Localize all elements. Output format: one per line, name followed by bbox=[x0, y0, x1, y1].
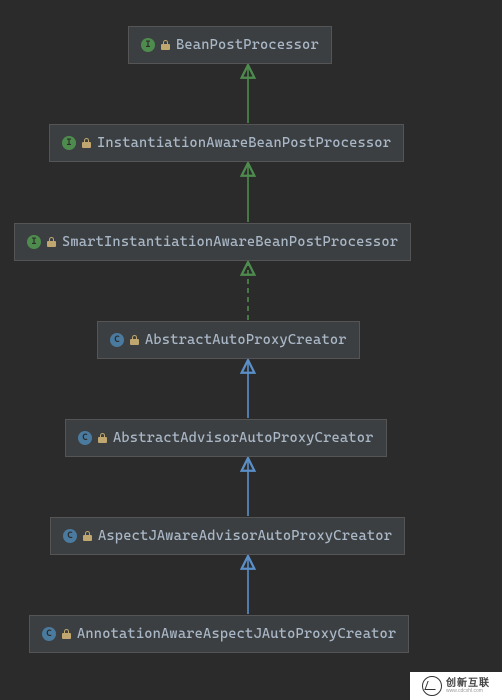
lock-icon bbox=[83, 531, 92, 541]
lock-icon bbox=[47, 237, 56, 247]
node-aspectj-aware-advisor-auto-proxy-creator[interactable]: C AspectJAwareAdvisorAutoProxyCreator bbox=[50, 517, 405, 555]
node-label: AspectJAwareAdvisorAutoProxyCreator bbox=[98, 528, 392, 544]
node-label: BeanPostProcessor bbox=[176, 37, 319, 53]
watermark-text-zh: 创新互联 bbox=[446, 679, 490, 689]
node-label: AnnotationAwareAspectJAutoProxyCreator bbox=[77, 626, 396, 642]
class-hierarchy-diagram: I BeanPostProcessor I InstantiationAware… bbox=[0, 0, 502, 700]
watermark-text-en: www.cdcxhl.com bbox=[446, 689, 490, 694]
node-annotation-aware-aspectj-auto-proxy-creator[interactable]: C AnnotationAwareAspectJAutoProxyCreator bbox=[29, 615, 409, 653]
watermark: 创新互联 www.cdcxhl.com bbox=[410, 672, 502, 700]
lock-icon bbox=[130, 335, 139, 345]
class-icon: C bbox=[42, 627, 56, 641]
lock-icon bbox=[161, 40, 170, 50]
node-label: AbstractAutoProxyCreator bbox=[145, 332, 347, 348]
class-icon: C bbox=[78, 431, 92, 445]
lock-icon bbox=[82, 138, 91, 148]
class-icon: C bbox=[63, 529, 77, 543]
lock-icon bbox=[98, 433, 107, 443]
node-instantiation-aware-bean-post-processor[interactable]: I InstantiationAwareBeanPostProcessor bbox=[49, 124, 404, 162]
node-label: InstantiationAwareBeanPostProcessor bbox=[97, 135, 391, 151]
interface-icon: I bbox=[62, 136, 76, 150]
interface-icon: I bbox=[27, 235, 41, 249]
node-abstract-advisor-auto-proxy-creator[interactable]: C AbstractAdvisorAutoProxyCreator bbox=[65, 419, 387, 457]
class-icon: C bbox=[110, 333, 124, 347]
node-label: SmartInstantiationAwareBeanPostProcessor bbox=[62, 234, 398, 250]
interface-icon: I bbox=[141, 38, 155, 52]
node-bean-post-processor[interactable]: I BeanPostProcessor bbox=[128, 26, 332, 64]
lock-icon bbox=[62, 629, 71, 639]
node-abstract-auto-proxy-creator[interactable]: C AbstractAutoProxyCreator bbox=[97, 321, 360, 359]
watermark-logo-icon bbox=[422, 676, 442, 696]
node-label: AbstractAdvisorAutoProxyCreator bbox=[113, 430, 374, 446]
node-smart-instantiation-aware-bean-post-processor[interactable]: I SmartInstantiationAwareBeanPostProcess… bbox=[14, 223, 411, 261]
